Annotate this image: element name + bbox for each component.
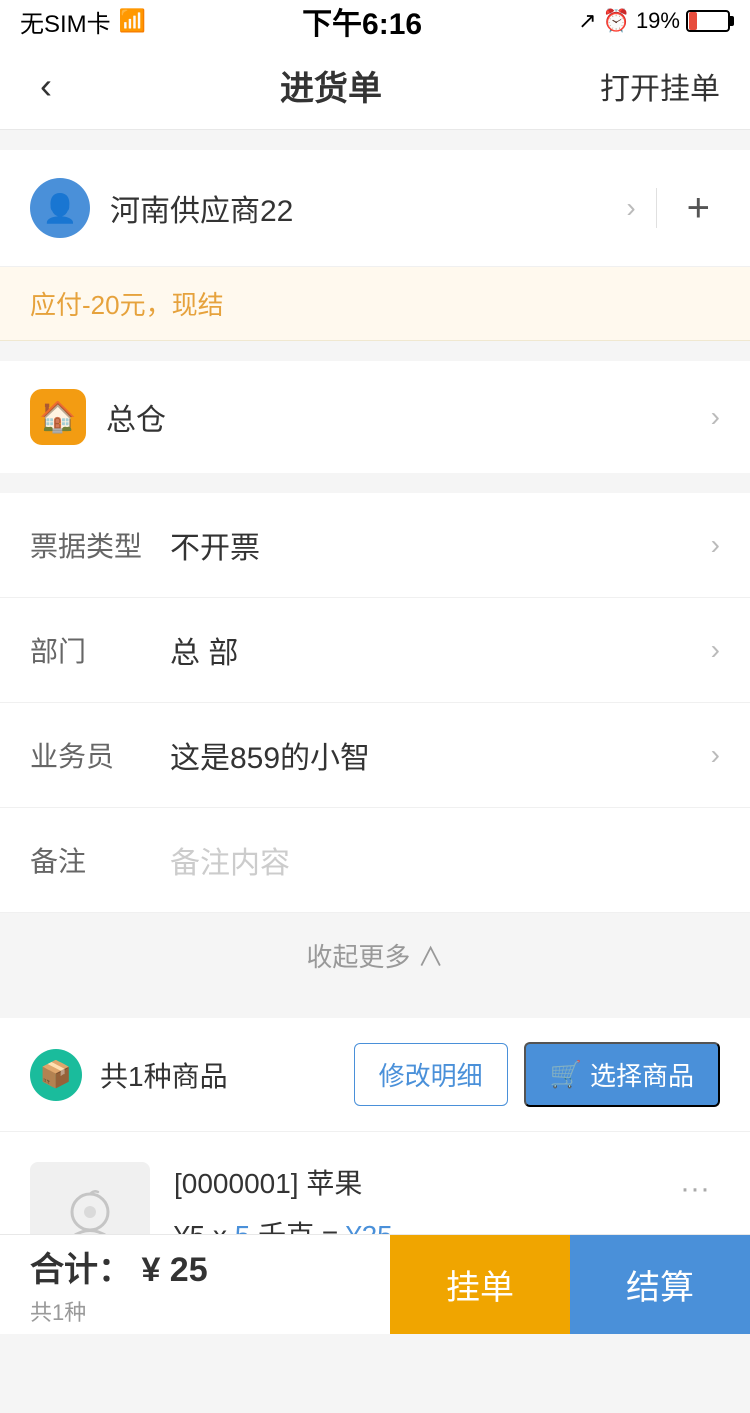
salesman-chevron-icon: › <box>711 739 720 771</box>
battery-icon <box>686 10 730 32</box>
invoice-chevron-icon: › <box>711 529 720 561</box>
select-product-button[interactable]: 🛒 选择商品 <box>524 1042 720 1107</box>
invoice-value: 不开票 <box>150 523 711 567</box>
department-label: 部门 <box>30 630 150 670</box>
form-card: 票据类型 不开票 › 部门 总 部 › 业务员 这是859的小智 › 备注 备注… <box>0 493 750 913</box>
warehouse-row[interactable]: 🏠 总仓 › <box>0 361 750 473</box>
status-left: 无SIM卡 📶 <box>20 4 146 39</box>
divider-2 <box>0 473 750 493</box>
products-icon-symbol: 📦 <box>40 1059 72 1090</box>
back-button[interactable]: ‹ <box>30 55 62 117</box>
status-time: 下午6:16 <box>302 0 422 43</box>
add-supplier-button[interactable]: + <box>677 186 720 231</box>
top-divider <box>0 130 750 150</box>
supplier-divider <box>656 188 657 228</box>
product-more-button[interactable]: ··· <box>670 1162 720 1216</box>
product-id: [0000001] <box>174 1168 299 1199</box>
carrier-label: 无SIM卡 <box>20 4 111 39</box>
total-section: 合计： ¥ 25 共1种 <box>0 1242 390 1327</box>
warehouse-card: 🏠 总仓 › <box>0 361 750 473</box>
warehouse-icon: 🏠 <box>30 389 86 445</box>
salesman-label: 业务员 <box>30 735 150 775</box>
supplier-notice: 应付-20元，现结 <box>0 267 750 341</box>
remark-label: 备注 <box>30 840 150 880</box>
salesman-row[interactable]: 业务员 这是859的小智 › <box>0 703 750 808</box>
nav-bar: ‹ 进货单 打开挂单 <box>0 42 750 130</box>
location-icon: ↗ <box>578 8 596 34</box>
open-pending-button[interactable]: 打开挂单 <box>600 64 720 108</box>
warehouse-chevron-icon: › <box>711 401 720 433</box>
warehouse-name: 总仓 <box>106 395 711 439</box>
department-value: 总 部 <box>150 628 711 672</box>
collapse-label: 收起更多 ∧ <box>306 937 443 974</box>
avatar-icon: 👤 <box>43 192 78 225</box>
status-bar: 无SIM卡 📶 下午6:16 ↗ ⏰ 19% <box>0 0 750 42</box>
collapse-button[interactable]: 收起更多 ∧ <box>0 913 750 998</box>
hang-button[interactable]: 挂单 <box>390 1235 570 1334</box>
salesman-value: 这是859的小智 <box>150 733 711 777</box>
products-count: 共1种商品 <box>100 1055 354 1095</box>
total-label: 合计： <box>30 1251 132 1289</box>
select-product-label: 选择商品 <box>590 1056 694 1093</box>
invoice-label: 票据类型 <box>30 525 150 565</box>
department-chevron-icon: › <box>711 634 720 666</box>
wifi-icon: 📶 <box>119 8 146 34</box>
remark-input[interactable]: 备注内容 <box>150 838 720 882</box>
divider-3 <box>0 998 750 1018</box>
divider-1 <box>0 341 750 361</box>
battery-percentage: 19% <box>636 8 680 34</box>
status-right: ↗ ⏰ 19% <box>578 8 730 34</box>
supplier-chevron-icon: › <box>626 192 635 224</box>
supplier-row[interactable]: 👤 河南供应商22 › + <box>0 150 750 267</box>
checkout-button[interactable]: 结算 <box>570 1235 750 1334</box>
total-count: 共1种 <box>30 1295 360 1327</box>
total-value: ¥ 25 <box>141 1251 207 1289</box>
invoice-row[interactable]: 票据类型 不开票 › <box>0 493 750 598</box>
products-header: 📦 共1种商品 修改明细 🛒 选择商品 <box>0 1018 750 1132</box>
edit-detail-button[interactable]: 修改明细 <box>354 1043 508 1106</box>
bottom-bar: 合计： ¥ 25 共1种 挂单 结算 <box>0 1234 750 1334</box>
total-amount: 合计： ¥ 25 <box>30 1242 360 1291</box>
cart-icon: 🛒 <box>550 1059 582 1090</box>
supplier-card: 👤 河南供应商22 › + 应付-20元，现结 <box>0 150 750 341</box>
remark-row[interactable]: 备注 备注内容 <box>0 808 750 913</box>
page-title: 进货单 <box>280 61 382 110</box>
products-icon: 📦 <box>30 1049 82 1101</box>
department-row[interactable]: 部门 总 部 › <box>0 598 750 703</box>
product-title: 苹果 <box>306 1168 362 1199</box>
alarm-icon: ⏰ <box>603 8 630 34</box>
supplier-avatar: 👤 <box>30 178 90 238</box>
product-name: [0000001] 苹果 <box>174 1162 670 1202</box>
supplier-name: 河南供应商22 <box>110 186 626 230</box>
